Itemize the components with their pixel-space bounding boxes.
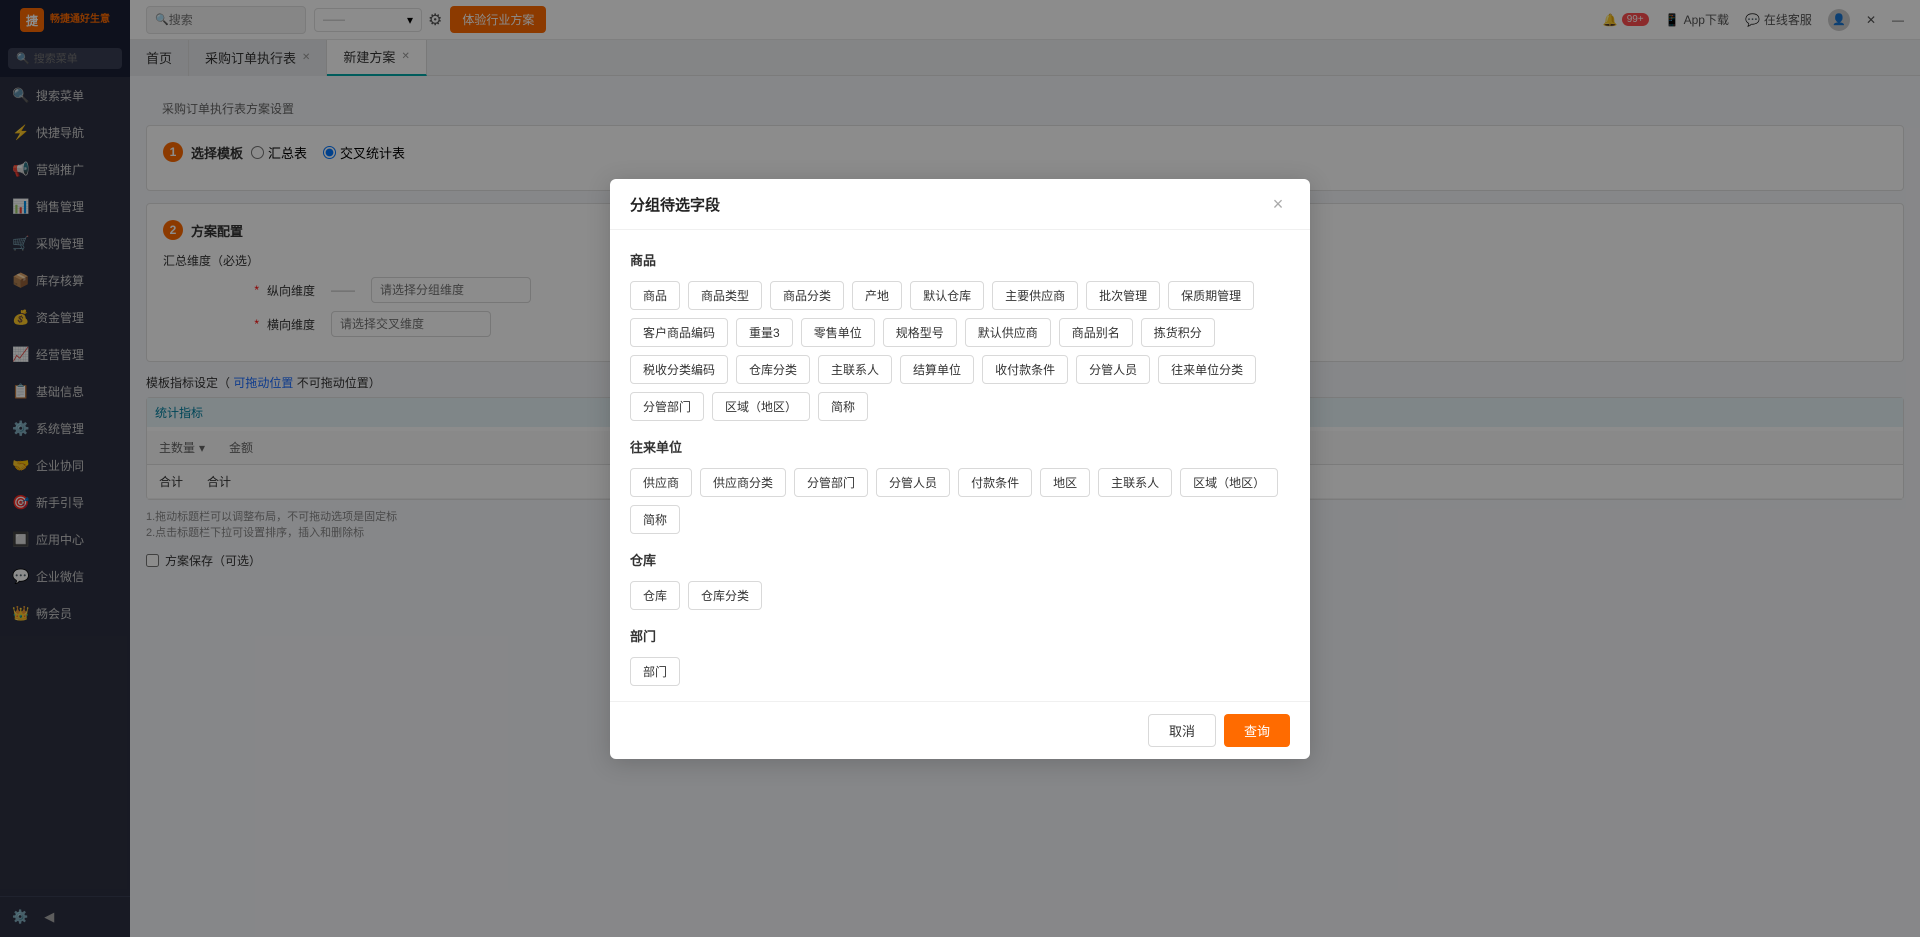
field-tag-0-5[interactable]: 主要供应商 xyxy=(992,281,1078,310)
field-tag-0-14[interactable]: 拣货积分 xyxy=(1141,318,1215,347)
field-tag-2-0[interactable]: 仓库 xyxy=(630,581,680,610)
field-tag-0-10[interactable]: 零售单位 xyxy=(801,318,875,347)
field-tag-0-17[interactable]: 主联系人 xyxy=(818,355,892,384)
field-tag-0-2[interactable]: 商品分类 xyxy=(770,281,844,310)
field-tag-0-22[interactable]: 分管部门 xyxy=(630,392,704,421)
field-tag-0-11[interactable]: 规格型号 xyxy=(883,318,957,347)
field-tag-0-13[interactable]: 商品别名 xyxy=(1059,318,1133,347)
field-tag-3-0[interactable]: 部门 xyxy=(630,657,680,686)
field-grid-0: 商品商品类型商品分类产地默认仓库主要供应商批次管理保质期管理客户商品编码重量3 零… xyxy=(630,281,1290,421)
field-tag-1-4[interactable]: 付款条件 xyxy=(958,468,1032,497)
section-title-1: 往来单位 xyxy=(630,437,1290,456)
section-title-0: 商品 xyxy=(630,250,1290,269)
cancel-button[interactable]: 取消 xyxy=(1148,714,1216,747)
field-tag-1-8[interactable]: 简称 xyxy=(630,505,680,534)
field-tag-1-0[interactable]: 供应商 xyxy=(630,468,692,497)
field-grid-3: 部门 xyxy=(630,657,1290,686)
field-tag-0-24[interactable]: 简称 xyxy=(818,392,868,421)
field-tag-1-2[interactable]: 分管部门 xyxy=(794,468,868,497)
field-tag-0-8[interactable]: 客户商品编码 xyxy=(630,318,728,347)
field-tag-0-1[interactable]: 商品类型 xyxy=(688,281,762,310)
field-tag-0-12[interactable]: 默认供应商 xyxy=(965,318,1051,347)
modal-title: 分组待选字段 xyxy=(630,194,720,215)
modal-close-button[interactable]: × xyxy=(1266,193,1290,217)
field-tag-0-19[interactable]: 收付款条件 xyxy=(982,355,1068,384)
field-tag-0-15[interactable]: 税收分类编码 xyxy=(630,355,728,384)
field-tag-1-5[interactable]: 地区 xyxy=(1040,468,1090,497)
section-title-3: 部门 xyxy=(630,626,1290,645)
field-grid-2: 仓库仓库分类 xyxy=(630,581,1290,610)
modal-body: 商品商品商品类型商品分类产地默认仓库主要供应商批次管理保质期管理客户商品编码重量… xyxy=(610,230,1310,701)
field-tag-0-20[interactable]: 分管人员 xyxy=(1076,355,1150,384)
field-tag-0-18[interactable]: 结算单位 xyxy=(900,355,974,384)
field-selection-modal: 分组待选字段 × 商品商品商品类型商品分类产地默认仓库主要供应商批次管理保质期管… xyxy=(610,179,1310,759)
field-tag-0-7[interactable]: 保质期管理 xyxy=(1168,281,1254,310)
field-tag-1-7[interactable]: 区域（地区） xyxy=(1180,468,1278,497)
field-tag-1-3[interactable]: 分管人员 xyxy=(876,468,950,497)
modal-overlay: 分组待选字段 × 商品商品商品类型商品分类产地默认仓库主要供应商批次管理保质期管… xyxy=(0,0,1920,937)
field-tag-2-1[interactable]: 仓库分类 xyxy=(688,581,762,610)
sections-container: 商品商品商品类型商品分类产地默认仓库主要供应商批次管理保质期管理客户商品编码重量… xyxy=(630,250,1290,701)
modal-header: 分组待选字段 × xyxy=(610,179,1310,230)
field-tag-0-0[interactable]: 商品 xyxy=(630,281,680,310)
field-tag-0-4[interactable]: 默认仓库 xyxy=(910,281,984,310)
field-tag-1-6[interactable]: 主联系人 xyxy=(1098,468,1172,497)
modal-footer: 取消 查询 xyxy=(610,701,1310,759)
field-grid-1: 供应商供应商分类分管部门分管人员付款条件地区主联系人区域（地区） 简称 xyxy=(630,468,1290,534)
field-tag-0-16[interactable]: 仓库分类 xyxy=(736,355,810,384)
field-tag-0-23[interactable]: 区域（地区） xyxy=(712,392,810,421)
section-title-2: 仓库 xyxy=(630,550,1290,569)
confirm-button[interactable]: 查询 xyxy=(1224,714,1290,747)
field-tag-0-21[interactable]: 往来单位分类 xyxy=(1158,355,1256,384)
field-tag-0-3[interactable]: 产地 xyxy=(852,281,902,310)
field-tag-0-9[interactable]: 重量3 xyxy=(736,318,793,347)
field-tag-0-6[interactable]: 批次管理 xyxy=(1086,281,1160,310)
field-tag-1-1[interactable]: 供应商分类 xyxy=(700,468,786,497)
